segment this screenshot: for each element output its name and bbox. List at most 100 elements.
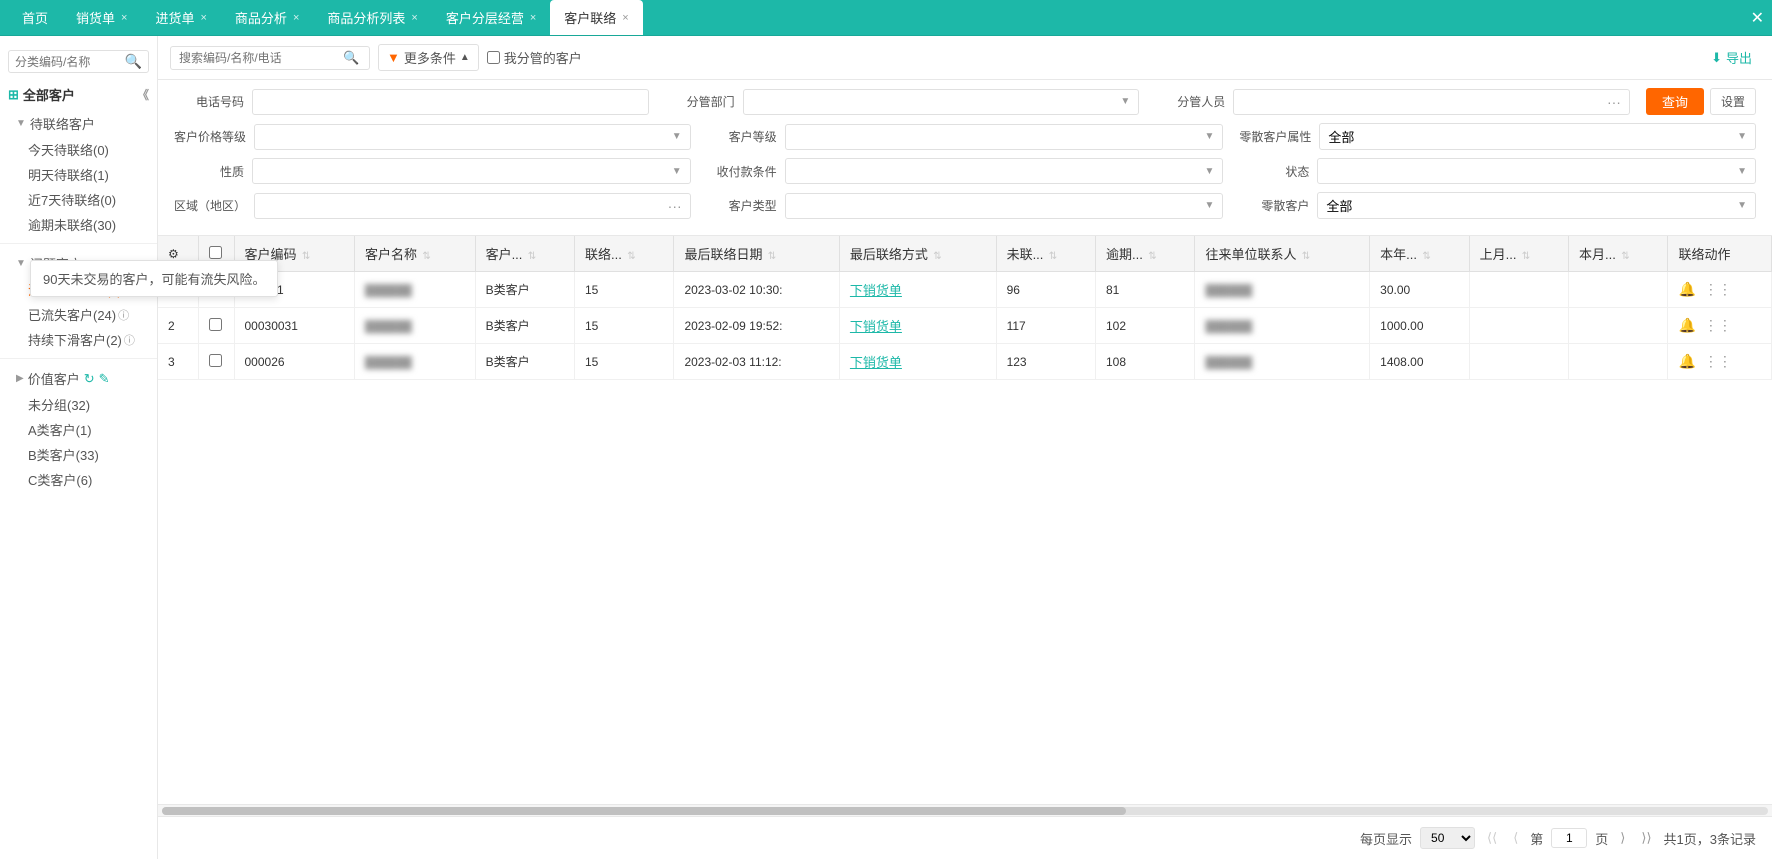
sidebar-group-pending-header[interactable]: ▼ 待联络客户	[0, 110, 157, 137]
th-action: 联络动作	[1668, 236, 1772, 272]
status-label: 状态	[1239, 163, 1309, 180]
sort-icon-last-date[interactable]: ⇅	[768, 251, 776, 262]
phone-input[interactable]	[252, 89, 649, 115]
th-last-date: 最后联络日期 ⇅	[674, 236, 839, 272]
sidebar-item-b-class[interactable]: B类客户(33)	[0, 442, 157, 467]
zero-customer-select[interactable]: 全部 ▼	[1317, 192, 1756, 219]
tab-close-analysis-list[interactable]: ×	[411, 12, 417, 24]
first-page-btn[interactable]: ⟨⟨	[1483, 828, 1501, 848]
gender-select[interactable]: ▼	[252, 158, 691, 184]
sidebar-item-7days[interactable]: 近7天待联络(0)	[0, 187, 157, 212]
sidebar-item-tomorrow[interactable]: 明天待联络(1)	[0, 162, 157, 187]
horizontal-scrollbar[interactable]	[158, 804, 1772, 816]
tab-close-customer-layer[interactable]: ×	[530, 12, 536, 24]
cell-checkbox[interactable]	[198, 308, 234, 344]
area-select[interactable]: ···	[254, 193, 691, 219]
person-more-icon[interactable]: ···	[1607, 94, 1621, 110]
refresh-icon[interactable]: ↻	[84, 371, 95, 387]
sort-icon-type[interactable]: ⇅	[528, 251, 536, 262]
main-search-box[interactable]: 🔍	[170, 46, 370, 70]
person-select[interactable]: ···	[1233, 89, 1630, 115]
cell-last-method[interactable]: 下销货单	[839, 272, 996, 308]
sort-icon-name[interactable]: ⇅	[422, 251, 430, 262]
sort-icon-last-month[interactable]: ⇅	[1522, 251, 1530, 262]
customer-type-select[interactable]: ▼	[785, 193, 1224, 219]
sort-icon-this-month[interactable]: ⇅	[1621, 251, 1629, 262]
query-button[interactable]: 查询	[1646, 88, 1704, 115]
tab-close-customer-contact[interactable]: ×	[622, 12, 628, 24]
status-select[interactable]: ▼	[1317, 158, 1756, 184]
sort-icon-code[interactable]: ⇅	[302, 251, 310, 262]
my-customers-checkbox-label[interactable]: 我分管的客户	[487, 48, 582, 67]
zero-attr-select[interactable]: 全部 ▼	[1319, 123, 1756, 150]
sidebar-item-a-class[interactable]: A类客户(1)	[0, 417, 157, 442]
action-contact-icon[interactable]: 🔔	[1678, 317, 1695, 334]
action-contact-icon[interactable]: 🔔	[1678, 353, 1695, 370]
price-grade-select[interactable]: ▼	[254, 124, 691, 150]
tab-close-analysis[interactable]: ×	[293, 12, 299, 24]
sidebar-item-churned[interactable]: 已流失客户(24) ⓘ	[0, 302, 157, 327]
area-more-icon[interactable]: ···	[668, 198, 682, 214]
action-more-icon[interactable]: ⋮⋮	[1704, 317, 1732, 334]
cell-last-method[interactable]: 下销货单	[839, 308, 996, 344]
tab-analysis[interactable]: 商品分析 ×	[221, 0, 313, 35]
chevron-up-icon: ▲	[460, 52, 470, 63]
cell-last-method[interactable]: 下销货单	[839, 344, 996, 380]
payment-select[interactable]: ▼	[785, 158, 1224, 184]
grade-select[interactable]: ▼	[785, 124, 1224, 150]
page-size-select[interactable]: 50 100 200	[1420, 827, 1475, 849]
sidebar-search-input[interactable]	[15, 55, 125, 69]
action-more-icon[interactable]: ⋮⋮	[1704, 281, 1732, 298]
sort-icon-unlisted[interactable]: ⇅	[1049, 251, 1057, 262]
main-search-icon[interactable]: 🔍	[343, 50, 359, 66]
sort-icon-this-year[interactable]: ⇅	[1422, 251, 1430, 262]
sidebar-item-ungroup[interactable]: 未分组(32)	[0, 392, 157, 417]
scroll-track[interactable]	[162, 807, 1768, 815]
tab-analysis-list[interactable]: 商品分析列表 ×	[313, 0, 431, 35]
tab-customer-layer[interactable]: 客户分层经营 ×	[432, 0, 550, 35]
main-search-input[interactable]	[179, 51, 339, 65]
th-name: 客户名称 ⇅	[355, 236, 476, 272]
zero-customer-label: 零散客户	[1239, 197, 1309, 214]
sidebar-search-box[interactable]: 🔍	[8, 50, 149, 73]
tab-close-sales[interactable]: ×	[121, 12, 127, 24]
page-input[interactable]	[1551, 828, 1587, 848]
sort-icon-overdue[interactable]: ⇅	[1148, 251, 1156, 262]
edit-icon[interactable]: ✎	[99, 371, 110, 387]
close-window-button[interactable]: ✕	[1751, 8, 1764, 28]
sort-icon-unit-contact[interactable]: ⇅	[1302, 251, 1310, 262]
sort-icon-last-method[interactable]: ⇅	[933, 251, 941, 262]
action-contact-icon[interactable]: 🔔	[1678, 281, 1695, 298]
sidebar-item-overdue[interactable]: 逾期未联络(30)	[0, 212, 157, 237]
sidebar-search-icon: 🔍	[125, 53, 142, 70]
sidebar-all-customers[interactable]: ⊞ 全部客户 《	[0, 81, 157, 108]
tab-customer-contact[interactable]: 客户联络 ×	[550, 0, 642, 35]
info-icon-2: ⓘ	[124, 332, 135, 348]
tab-sales[interactable]: 销货单 ×	[62, 0, 141, 35]
last-page-btn[interactable]: ⟩⟩	[1637, 828, 1655, 848]
filter-grade: 客户等级 ▼	[707, 124, 1224, 150]
tab-close-purchase[interactable]: ×	[200, 12, 206, 24]
sidebar-item-today[interactable]: 今天待联络(0)	[0, 137, 157, 162]
my-customers-checkbox[interactable]	[487, 51, 500, 64]
sidebar-item-c-class[interactable]: C类客户(6)	[0, 467, 157, 492]
scroll-thumb[interactable]	[162, 807, 1126, 815]
sidebar-collapse-icon[interactable]: 《	[137, 86, 149, 103]
toolbar: 🔍 ▼ 更多条件 ▲ 我分管的客户 ⬇ 导出	[158, 36, 1772, 80]
cell-checkbox[interactable]	[198, 344, 234, 380]
sidebar-item-declining[interactable]: 持续下滑客户(2) ⓘ	[0, 327, 157, 352]
export-button[interactable]: ⬇ 导出	[1703, 45, 1760, 70]
next-page-btn[interactable]: ⟩	[1616, 828, 1629, 848]
filter-icon: ▼	[387, 50, 400, 65]
dept-select[interactable]: ▼	[743, 89, 1140, 115]
action-more-icon[interactable]: ⋮⋮	[1704, 353, 1732, 370]
settings-button[interactable]: 设置	[1710, 88, 1756, 115]
tab-home[interactable]: 首页	[8, 0, 62, 35]
sort-icon-contact[interactable]: ⇅	[627, 251, 635, 262]
table-header-row: ⚙ 客户编码 ⇅ 客户名称 ⇅ 客户... ⇅	[158, 236, 1772, 272]
tab-purchase[interactable]: 进货单 ×	[141, 0, 220, 35]
prev-page-btn[interactable]: ⟨	[1509, 828, 1522, 848]
select-all-checkbox[interactable]	[209, 246, 222, 259]
sidebar-group-value-header[interactable]: ▶ 价值客户 ↻ ✎	[0, 365, 157, 392]
more-conditions-btn[interactable]: ▼ 更多条件 ▲	[378, 44, 479, 71]
